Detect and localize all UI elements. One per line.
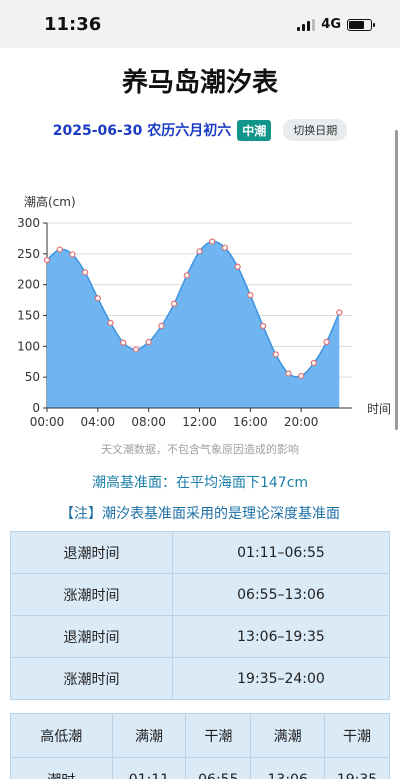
y-tick-label: 0: [32, 401, 40, 415]
table-row: 退潮时间 13:06–19:35: [10, 615, 390, 658]
y-axis-label: 潮高(cm): [24, 194, 76, 209]
data-point: [132, 346, 140, 353]
data-point: [43, 256, 51, 264]
data-point: [298, 372, 305, 380]
scrollbar[interactable]: [395, 130, 398, 430]
signal-icon: [297, 18, 316, 31]
data-point: [120, 339, 127, 346]
status-time: 11:36: [44, 14, 102, 35]
tide-extremes-table: 高低潮 满潮 干潮 满潮 干潮 潮时 01:11 06:55 13:06 19:…: [10, 713, 390, 779]
datum-text: 潮高基准面：在平均海面下147cm: [91, 475, 309, 491]
tide-period-table: 退潮时间 01:11–06:55 涨潮时间 06:55–13:06 退潮时间 1…: [10, 531, 390, 700]
data-point: [170, 300, 178, 307]
period-label: 涨潮时间: [10, 657, 173, 700]
data-point: [247, 292, 254, 299]
data-point: [94, 295, 101, 302]
x-tick-label: 12:00: [182, 415, 217, 429]
y-tick-label: 100: [17, 339, 40, 353]
y-tick-label: 200: [17, 278, 40, 292]
data-point: [107, 319, 114, 326]
x-tick-label: 16:00: [233, 415, 268, 429]
period-value: 19:35–24:00: [172, 657, 390, 700]
row-label: 潮时: [10, 757, 113, 779]
period-value: 06:55–13:06: [172, 573, 390, 616]
y-tick-label: 250: [17, 247, 40, 261]
period-label: 退潮时间: [10, 531, 173, 574]
table-row: 潮时 01:11 06:55 13:06 19:35: [10, 757, 390, 779]
data-point: [272, 351, 279, 358]
time-cell: 19:35: [324, 757, 390, 779]
tide-chart-svg: 潮高(cm) 0 50 100 150 200 250 300 00:00 04:00 08:00 1…: [17, 194, 391, 429]
x-axis-label: 时间: [367, 402, 391, 416]
data-point: [183, 272, 190, 279]
table-row: 退潮时间 01:11–06:55: [10, 531, 390, 574]
tide-area: [47, 241, 340, 408]
data-point: [234, 263, 241, 270]
tide-type-badge: 中潮: [237, 119, 272, 141]
time-cell: 01:11: [111, 757, 187, 779]
tide-chart: 潮高(cm) 0 50 100 150 200 250 300 00:00 04:00 08:00 1…: [0, 190, 400, 460]
x-tick-label: 04:00: [81, 415, 116, 429]
data-point: [336, 309, 343, 316]
x-tick-label: 20:00: [284, 415, 319, 429]
period-value: 01:11–06:55: [172, 531, 390, 574]
data-point: [56, 246, 63, 253]
page-title: 养马岛潮汐表: [121, 68, 278, 98]
status-icons: 4G: [297, 17, 375, 32]
data-point: [145, 338, 152, 346]
data-point: [221, 244, 229, 251]
data-point: [285, 370, 292, 377]
period-label: 退潮时间: [10, 615, 173, 658]
status-bar: 11:36 4G: [0, 0, 400, 48]
header-cell: 干潮: [185, 713, 252, 758]
date-bar: 2025-06-30 农历六月初六 中潮 切换日期: [0, 119, 400, 141]
datum-note: 【注】潮汐表基准面采用的是理论深度基准面: [60, 506, 340, 522]
y-tick-label: 150: [17, 309, 40, 323]
switch-date-button[interactable]: 切换日期: [283, 119, 348, 141]
table-row: 涨潮时间 06:55–13:06: [10, 573, 390, 616]
header-cell: 满潮: [111, 713, 187, 758]
date-text: 2025-06-30 农历六月初六: [52, 123, 232, 139]
network-type: 4G: [321, 17, 341, 32]
x-tick-label: 08:00: [131, 415, 166, 429]
header-cell: 高低潮: [10, 713, 113, 758]
y-tick-label: 300: [17, 216, 40, 230]
data-point: [323, 338, 330, 346]
data-point: [196, 248, 203, 255]
time-cell: 06:55: [185, 757, 252, 779]
header-cell: 满潮: [250, 713, 326, 758]
data-point: [209, 238, 216, 245]
battery-icon: [347, 18, 375, 31]
x-tick-label: 00:00: [30, 415, 65, 429]
time-cell: 13:06: [250, 757, 326, 779]
chart-note: 天文潮数据，不包含气象原因造成的影响: [101, 443, 299, 456]
y-tick-label: 50: [25, 370, 40, 384]
period-value: 13:06–19:35: [172, 615, 390, 658]
table-row: 涨潮时间 19:35–24:00: [10, 657, 390, 700]
period-label: 涨潮时间: [10, 573, 173, 616]
data-point: [82, 269, 89, 276]
header-cell: 干潮: [324, 713, 390, 758]
data-point: [310, 359, 317, 367]
table-header-row: 高低潮 满潮 干潮 满潮 干潮: [10, 713, 390, 758]
data-point: [158, 322, 165, 330]
data-point: [259, 322, 267, 330]
data-point: [69, 251, 76, 258]
